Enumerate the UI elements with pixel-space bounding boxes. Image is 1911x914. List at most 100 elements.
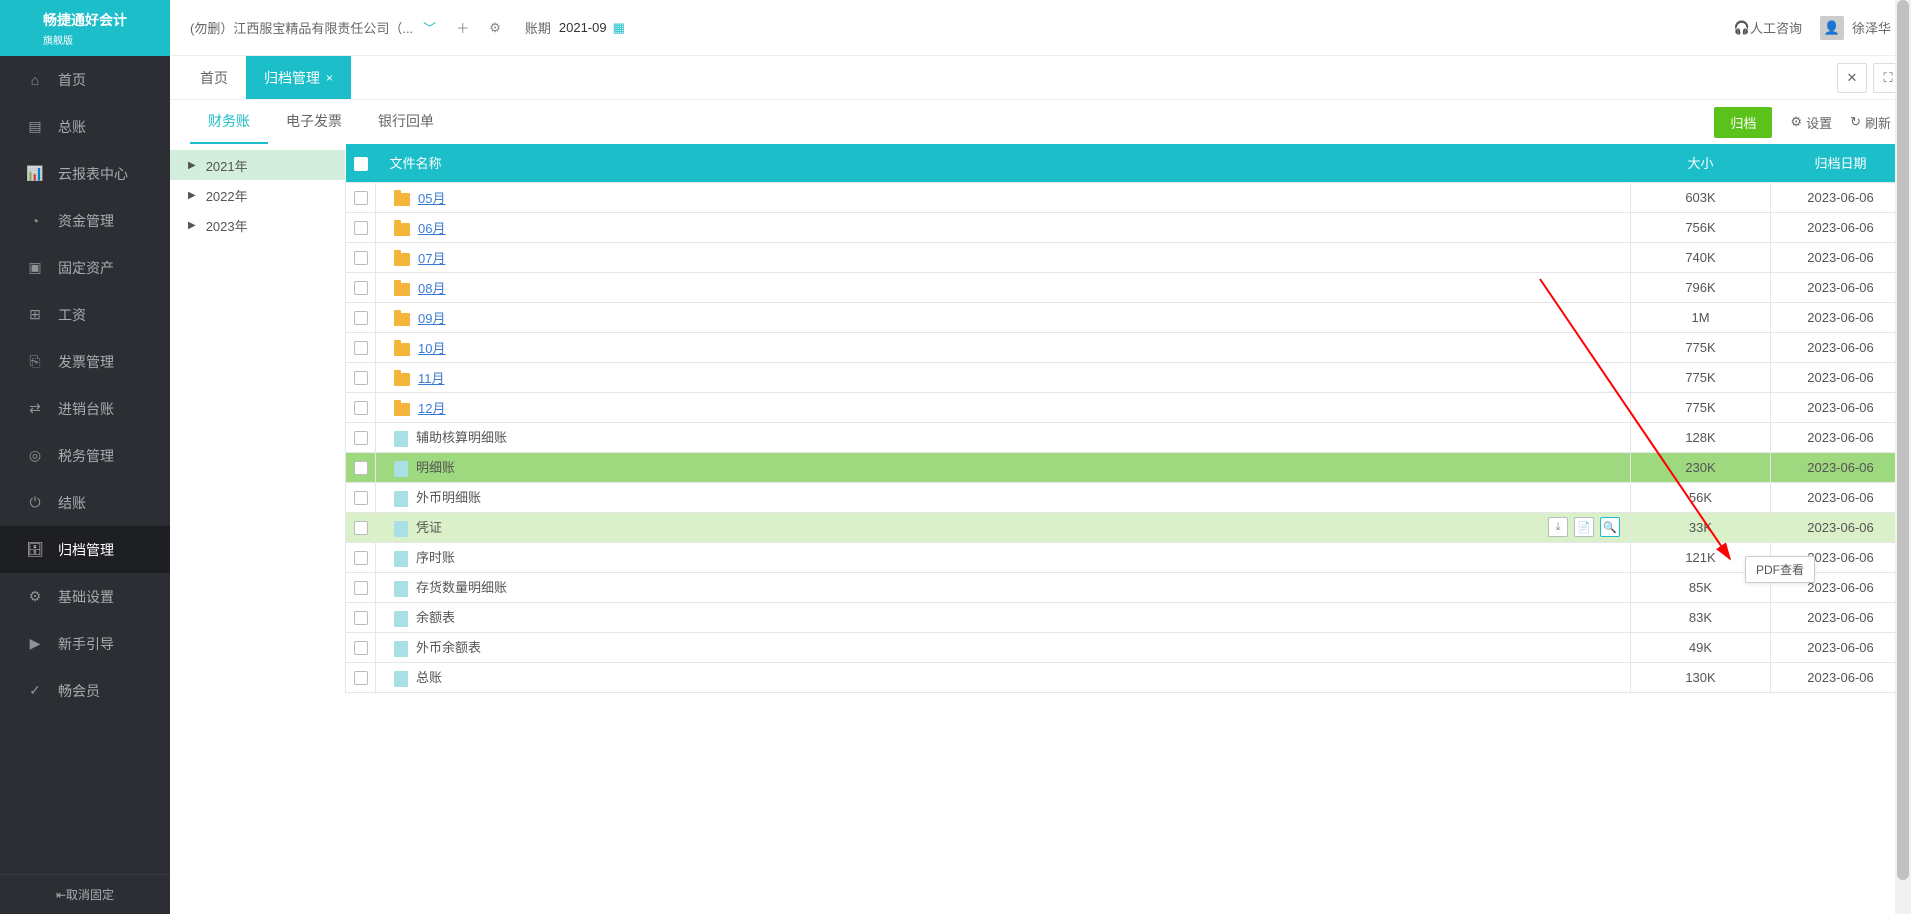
row-checkbox[interactable] <box>354 581 368 595</box>
file-name[interactable]: 12月 <box>418 401 445 416</box>
table-row[interactable]: 12月775K2023-06-06 <box>346 392 1911 422</box>
nav-archive[interactable]: 🗄归档管理 <box>0 526 170 573</box>
file-name[interactable]: 序时账 <box>416 550 455 565</box>
guide-icon: ▶ <box>26 635 44 653</box>
subtab-电子发票[interactable]: 电子发票 <box>268 100 360 144</box>
gear-icon[interactable]: ⚙ <box>489 20 501 36</box>
archive-button[interactable]: 归档 <box>1714 107 1772 138</box>
table-row[interactable]: 余额表83K2023-06-06 <box>346 602 1911 632</box>
file-name[interactable]: 存货数量明细账 <box>416 580 507 595</box>
file-name[interactable]: 07月 <box>418 251 445 266</box>
nav-salary[interactable]: ⊞工资 <box>0 291 170 338</box>
nav-vip[interactable]: ✓畅会员 <box>0 667 170 714</box>
help-link[interactable]: 🎧 人工咨询 <box>1734 18 1802 37</box>
close-tab-button[interactable]: ✕ <box>1837 63 1867 93</box>
table-row[interactable]: 存货数量明细账85K2023-06-06 <box>346 572 1911 602</box>
year-2022年[interactable]: ▶2022年 <box>170 180 345 210</box>
company-name: (勿删）江西服宝精品有限责任公司（... <box>190 18 413 37</box>
table-row[interactable]: 09月1M2023-06-06 <box>346 302 1911 332</box>
nav-money[interactable]: ◔资金管理 <box>0 197 170 244</box>
main: (勿删）江西服宝精品有限责任公司（... ﹀ ＋ ⚙ 账期 2021-09 ▦ … <box>170 0 1911 914</box>
table-row[interactable]: 辅助核算明细账128K2023-06-06 <box>346 422 1911 452</box>
period-value[interactable]: 2021-09 <box>559 20 607 35</box>
nav-asset[interactable]: ▣固定资产 <box>0 244 170 291</box>
company-selector[interactable]: (勿删）江西服宝精品有限责任公司（... ﹀ <box>190 18 446 37</box>
row-checkbox[interactable] <box>354 461 368 475</box>
row-checkbox[interactable] <box>354 431 368 445</box>
tab-归档管理[interactable]: 归档管理× <box>246 56 351 99</box>
table-row[interactable]: 06月756K2023-06-06 <box>346 212 1911 242</box>
add-icon[interactable]: ＋ <box>456 18 469 37</box>
settings-button[interactable]: ⚙设置 <box>1790 113 1832 132</box>
select-all-checkbox[interactable] <box>354 157 368 171</box>
file-size: 603K <box>1631 182 1771 212</box>
download-icon[interactable]: ⤓ <box>1548 517 1568 537</box>
row-checkbox[interactable] <box>354 251 368 265</box>
row-checkbox[interactable] <box>354 401 368 415</box>
nav-guide[interactable]: ▶新手引导 <box>0 620 170 667</box>
row-checkbox[interactable] <box>354 551 368 565</box>
nav-close[interactable]: ⏻结账 <box>0 479 170 526</box>
row-checkbox[interactable] <box>354 281 368 295</box>
tab-首页[interactable]: 首页 <box>182 56 246 99</box>
row-checkbox[interactable] <box>354 671 368 685</box>
nav-inout[interactable]: ⇄进销台账 <box>0 385 170 432</box>
table-row[interactable]: 明细账230K2023-06-06 <box>346 452 1911 482</box>
scrollbar[interactable] <box>1895 0 1911 914</box>
row-checkbox[interactable] <box>354 611 368 625</box>
row-checkbox[interactable] <box>354 311 368 325</box>
table-row[interactable]: 凭证⤓📄🔍33K2023-06-06 <box>346 512 1911 542</box>
logo: 畅捷通好会计 旗舰版 <box>0 0 170 56</box>
table-row[interactable]: 外币明细账56K2023-06-06 <box>346 482 1911 512</box>
row-checkbox[interactable] <box>354 191 368 205</box>
file-name[interactable]: 外币余额表 <box>416 640 481 655</box>
file-name[interactable]: 11月 <box>418 371 445 386</box>
year-2023年[interactable]: ▶2023年 <box>170 210 345 240</box>
nav-tax[interactable]: ◎税务管理 <box>0 432 170 479</box>
row-checkbox[interactable] <box>354 641 368 655</box>
row-checkbox[interactable] <box>354 341 368 355</box>
file-name[interactable]: 总账 <box>416 670 442 685</box>
nav-label: 首页 <box>58 70 86 90</box>
calendar-icon[interactable]: ▦ <box>613 20 625 36</box>
row-checkbox[interactable] <box>354 371 368 385</box>
table-row[interactable]: 总账130K2023-06-06 <box>346 662 1911 692</box>
close-icon[interactable]: × <box>326 71 333 85</box>
nav-invoice[interactable]: ⎘发票管理 <box>0 338 170 385</box>
file-name[interactable]: 凭证 <box>416 520 442 535</box>
pdf-icon[interactable]: 📄 <box>1574 517 1594 537</box>
user-name[interactable]: 徐泽华 <box>1852 18 1891 37</box>
row-checkbox[interactable] <box>354 491 368 505</box>
pdf-view-icon[interactable]: 🔍 <box>1600 517 1620 537</box>
table-row[interactable]: 11月775K2023-06-06 <box>346 362 1911 392</box>
file-name[interactable]: 05月 <box>418 191 445 206</box>
refresh-button[interactable]: ↻刷新 <box>1850 113 1891 132</box>
file-name[interactable]: 10月 <box>418 341 445 356</box>
avatar[interactable]: 👤 <box>1820 16 1844 40</box>
file-name[interactable]: 09月 <box>418 311 445 326</box>
year-2021年[interactable]: ▶2021年 <box>170 150 345 180</box>
ledger-icon: ▤ <box>26 118 44 136</box>
row-checkbox[interactable] <box>354 521 368 535</box>
file-size: 756K <box>1631 212 1771 242</box>
file-name[interactable]: 08月 <box>418 281 445 296</box>
file-name[interactable]: 辅助核算明细账 <box>416 430 507 445</box>
nav-home[interactable]: ⌂首页 <box>0 56 170 103</box>
table-row[interactable]: 10月775K2023-06-06 <box>346 332 1911 362</box>
file-name[interactable]: 外币明细账 <box>416 490 481 505</box>
pin-toggle[interactable]: ⇤ 取消固定 <box>0 874 170 914</box>
table-row[interactable]: 07月740K2023-06-06 <box>346 242 1911 272</box>
row-checkbox[interactable] <box>354 221 368 235</box>
table-row[interactable]: 序时账121K2023-06-06 <box>346 542 1911 572</box>
file-name[interactable]: 明细账 <box>416 460 455 475</box>
subtab-财务账[interactable]: 财务账 <box>190 100 268 144</box>
table-row[interactable]: 05月603K2023-06-06 <box>346 182 1911 212</box>
subtab-银行回单[interactable]: 银行回单 <box>360 100 452 144</box>
nav-gear[interactable]: ⚙基础设置 <box>0 573 170 620</box>
nav-ledger[interactable]: ▤总账 <box>0 103 170 150</box>
nav-chart[interactable]: 📊云报表中心 <box>0 150 170 197</box>
file-name[interactable]: 余额表 <box>416 610 455 625</box>
table-row[interactable]: 外币余额表49K2023-06-06 <box>346 632 1911 662</box>
table-row[interactable]: 08月796K2023-06-06 <box>346 272 1911 302</box>
file-name[interactable]: 06月 <box>418 221 445 236</box>
